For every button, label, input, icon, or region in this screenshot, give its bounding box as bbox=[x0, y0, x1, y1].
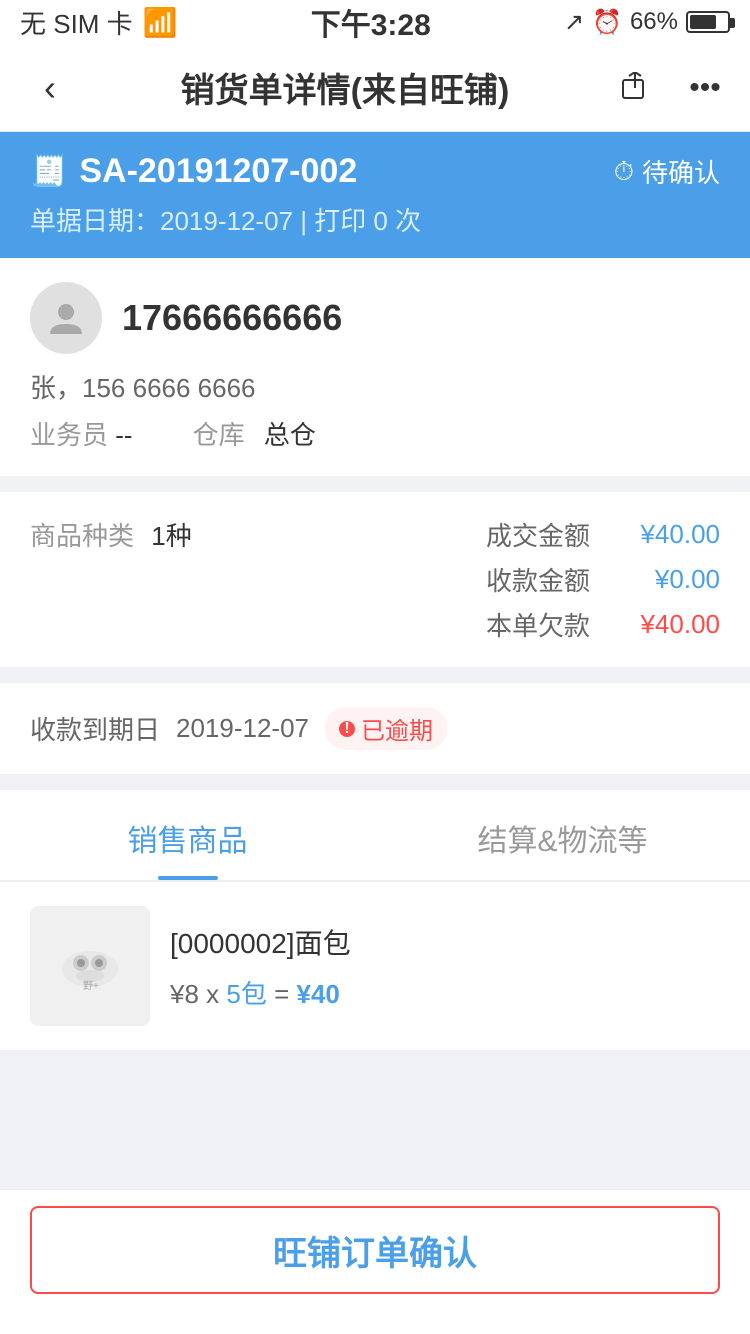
product-price-row: ¥8 x 5包 = ¥40 bbox=[170, 974, 720, 1011]
warehouse-field: 仓库 总仓 bbox=[193, 415, 316, 452]
back-button[interactable]: ‹ bbox=[20, 58, 80, 118]
nav-bar: ‹ 销货单详情(来自旺铺) ••• bbox=[0, 44, 750, 132]
customer-meta: 业务员 -- 仓库 总仓 bbox=[30, 415, 720, 452]
product-price: ¥8 bbox=[170, 979, 199, 1009]
debt-amount-row: 本单欠款 ¥40.00 bbox=[486, 606, 720, 643]
product-info: [0000002]面包 ¥8 x 5包 = ¥40 bbox=[170, 922, 720, 1011]
product-qty: 5包 bbox=[226, 979, 266, 1009]
overdue-badge: ! 已逾期 bbox=[325, 707, 447, 750]
product-logo-icon: 野+ bbox=[55, 941, 125, 991]
share-button[interactable] bbox=[610, 63, 660, 113]
received-amount-value: ¥0.00 bbox=[610, 564, 720, 595]
battery-percentage: 66% bbox=[630, 8, 678, 36]
status-clock-icon: ⏱ bbox=[614, 156, 634, 188]
tab-underline bbox=[158, 876, 218, 880]
order-id-text: SA-20191207-002 bbox=[79, 152, 357, 191]
customer-card: 17666666666 张，156 6666 6666 业务员 -- 仓库 总仓 bbox=[0, 258, 750, 476]
summary-card: 商品种类 1种 成交金额 ¥40.00 收款金额 ¥0.00 本单欠款 ¥40.… bbox=[0, 492, 750, 667]
due-date-card: 收款到期日 2019-12-07 ! 已逾期 bbox=[0, 683, 750, 774]
more-button[interactable]: ••• bbox=[680, 63, 730, 113]
warehouse-label: 仓库 bbox=[193, 420, 245, 450]
due-date-label: 收款到期日 bbox=[30, 710, 160, 747]
product-total: ¥40 bbox=[297, 979, 340, 1009]
tab-settlement[interactable]: 结算&物流等 bbox=[375, 790, 750, 880]
order-id: 🧾 SA-20191207-002 bbox=[30, 152, 357, 191]
product-list: 野+ [0000002]面包 ¥8 x 5包 = ¥40 bbox=[0, 882, 750, 1050]
tab-settlement-label: 结算&物流等 bbox=[477, 825, 647, 858]
more-icon: ••• bbox=[689, 71, 721, 105]
status-left: 无 SIM 卡 📶 bbox=[20, 4, 178, 41]
avatar-icon bbox=[46, 298, 86, 338]
product-thumb-img: 野+ bbox=[30, 906, 150, 1026]
equals-sign: = bbox=[274, 979, 296, 1009]
debt-amount-value: ¥40.00 bbox=[610, 609, 720, 640]
back-icon: ‹ bbox=[44, 67, 56, 109]
tab-sales-products[interactable]: 销售商品 bbox=[0, 790, 375, 880]
due-date-value: 2019-12-07 bbox=[176, 713, 309, 744]
warehouse-value: 总仓 bbox=[264, 420, 316, 450]
product-type: 商品种类 1种 bbox=[30, 516, 192, 553]
product-type-value: 1种 bbox=[151, 521, 191, 551]
received-amount-label: 收款金额 bbox=[486, 561, 590, 598]
alarm-icon: ⏰ bbox=[592, 8, 622, 37]
order-date: 单据日期：2019-12-07 | 打印 0 次 bbox=[30, 201, 720, 238]
product-type-label: 商品种类 bbox=[30, 521, 134, 551]
status-time: 下午3:28 bbox=[311, 0, 431, 44]
bottom-btn-area: 旺铺订单确认 bbox=[0, 1189, 750, 1334]
received-amount-row: 收款金额 ¥0.00 bbox=[486, 561, 720, 598]
order-icon: 🧾 bbox=[30, 154, 67, 189]
location-icon: ↗ bbox=[564, 8, 584, 37]
customer-phone: 17666666666 bbox=[122, 297, 342, 339]
order-status-text: 待确认 bbox=[642, 153, 720, 190]
overdue-dot-icon: ! bbox=[339, 721, 355, 737]
avatar bbox=[30, 282, 102, 354]
tab-sales-products-label: 销售商品 bbox=[128, 825, 248, 858]
tabs-bar: 销售商品 结算&物流等 bbox=[0, 790, 750, 882]
overdue-text: 已逾期 bbox=[361, 711, 433, 746]
customer-name: 张，156 6666 6666 bbox=[30, 368, 720, 405]
product-thumbnail: 野+ bbox=[30, 906, 150, 1026]
wifi-icon: 📶 bbox=[143, 6, 178, 39]
order-header: 🧾 SA-20191207-002 ⏱ 待确认 单据日期：2019-12-07 … bbox=[0, 132, 750, 258]
nav-actions: ••• bbox=[610, 63, 730, 113]
trade-amount-label: 成交金额 bbox=[486, 516, 590, 553]
order-status: ⏱ 待确认 bbox=[614, 153, 720, 190]
svg-text:野+: 野+ bbox=[83, 980, 99, 991]
sim-label: 无 SIM 卡 bbox=[20, 4, 133, 41]
battery-icon bbox=[686, 11, 730, 33]
product-item: 野+ [0000002]面包 ¥8 x 5包 = ¥40 bbox=[0, 882, 750, 1050]
amount-summary: 成交金额 ¥40.00 收款金额 ¥0.00 本单欠款 ¥40.00 bbox=[486, 516, 720, 643]
product-name: [0000002]面包 bbox=[170, 922, 720, 962]
share-icon bbox=[619, 72, 651, 104]
multiply-sign: x bbox=[206, 979, 226, 1009]
trade-amount-row: 成交金额 ¥40.00 bbox=[486, 516, 720, 553]
salesperson-value: -- bbox=[115, 420, 132, 450]
salesperson-label: 业务员 bbox=[30, 420, 108, 450]
trade-amount-value: ¥40.00 bbox=[610, 519, 720, 550]
debt-amount-label: 本单欠款 bbox=[486, 606, 590, 643]
confirm-order-button[interactable]: 旺铺订单确认 bbox=[30, 1206, 720, 1294]
salesperson-field: 业务员 -- bbox=[30, 415, 133, 452]
status-bar: 无 SIM 卡 📶 下午3:28 ↗ ⏰ 66% bbox=[0, 0, 750, 44]
page-title: 销货单详情(来自旺铺) bbox=[80, 63, 610, 112]
status-right: ↗ ⏰ 66% bbox=[564, 8, 730, 37]
